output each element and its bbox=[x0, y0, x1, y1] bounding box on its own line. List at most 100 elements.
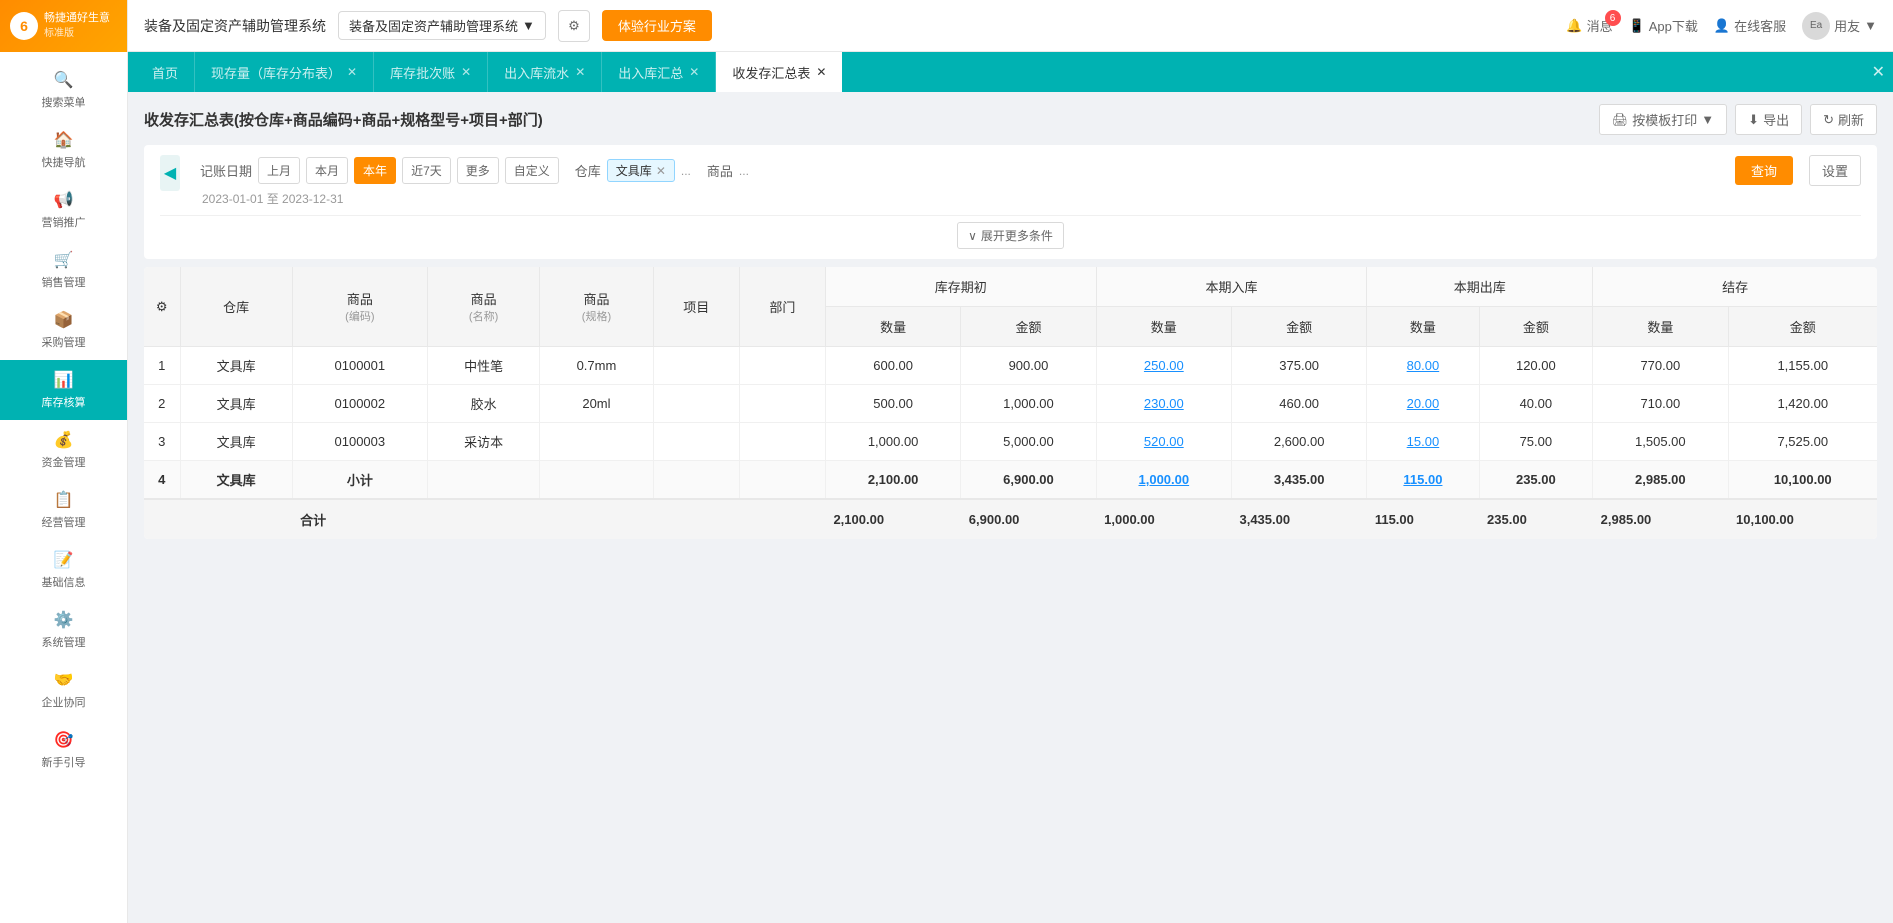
cell-code-1: 0100001 bbox=[292, 347, 427, 385]
export-icon: ⬇ bbox=[1748, 112, 1759, 128]
gear-icon: ⚙ bbox=[568, 18, 580, 34]
expand-button[interactable]: ∨ 展开更多条件 bbox=[957, 222, 1064, 249]
topbar-left: 装备及固定资产辅助管理系统 装备及固定资产辅助管理系统 ▼ ⚙ 体验行业方案 bbox=[144, 10, 712, 42]
subtotal-seq: 4 bbox=[144, 461, 180, 500]
page-header: 收发存汇总表(按仓库+商品编码+商品+规格型号+项目+部门) 🖨 按模板打印 ▼… bbox=[144, 104, 1877, 135]
table-settings-button[interactable]: 设置 bbox=[1809, 155, 1861, 186]
logo-text: 畅捷通好生意 标准版 bbox=[44, 11, 110, 40]
th-settings[interactable]: ⚙ bbox=[144, 267, 180, 347]
date-btn-this-month[interactable]: 本月 bbox=[306, 157, 348, 184]
cell-spec-2: 20ml bbox=[540, 385, 654, 423]
total-out-qty: 115.00 bbox=[1367, 499, 1479, 539]
filter-toggle[interactable]: ◀ bbox=[160, 155, 180, 191]
refresh-button[interactable]: ↻ 刷新 bbox=[1810, 104, 1877, 135]
sidebar-item-inventory[interactable]: 📊 库存核算 bbox=[0, 360, 127, 420]
cell-name-3: 采访本 bbox=[428, 423, 540, 461]
tab-close-stock-dist[interactable]: ✕ bbox=[347, 65, 357, 79]
cell-out-amt-2: 40.00 bbox=[1479, 385, 1593, 423]
query-button[interactable]: 查询 bbox=[1735, 156, 1793, 185]
date-btn-last-month[interactable]: 上月 bbox=[258, 157, 300, 184]
cell-out-qty-3[interactable]: 15.00 bbox=[1367, 423, 1479, 461]
th-closing: 结存 bbox=[1593, 267, 1877, 307]
cell-spec-1: 0.7mm bbox=[540, 347, 654, 385]
cell-seq-1: 1 bbox=[144, 347, 180, 385]
sidebar-item-search[interactable]: 🔍 搜索菜单 bbox=[0, 60, 127, 120]
tab-batch[interactable]: 库存批次账 ✕ bbox=[374, 52, 488, 92]
user-menu[interactable]: Ea 用友 ▼ bbox=[1802, 12, 1877, 40]
cell-in-qty-2[interactable]: 230.00 bbox=[1096, 385, 1231, 423]
th-warehouse: 仓库 bbox=[180, 267, 292, 347]
tab-stock-dist[interactable]: 现存量（库存分布表） ✕ bbox=[195, 52, 374, 92]
notifications-button[interactable]: 🔔 6 消息 bbox=[1566, 16, 1612, 35]
cell-open-amt-3: 5,000.00 bbox=[961, 423, 1096, 461]
bell-icon: 🔔 bbox=[1566, 18, 1582, 34]
warehouse-more[interactable]: ... bbox=[681, 164, 691, 178]
th-in: 本期入库 bbox=[1096, 267, 1367, 307]
cell-close-amt-1: 1,155.00 bbox=[1728, 347, 1877, 385]
sidebar-logo: 6 畅捷通好生意 标准版 bbox=[0, 0, 127, 52]
subtotal-in-qty[interactable]: 1,000.00 bbox=[1096, 461, 1231, 500]
tab-close-batch[interactable]: ✕ bbox=[461, 65, 471, 79]
online-support-button[interactable]: 👤 在线客服 bbox=[1714, 16, 1786, 35]
tab-flow[interactable]: 出入库流水 ✕ bbox=[488, 52, 602, 92]
subtotal-row: 4 文具库 小计 2,100.00 6,900.00 1,000.00 3,43… bbox=[144, 461, 1877, 500]
warehouse-tag-close[interactable]: ✕ bbox=[656, 164, 666, 178]
cell-code-2: 0100002 bbox=[292, 385, 427, 423]
expand-row: ∨ 展开更多条件 bbox=[160, 215, 1861, 249]
sidebar-item-purchase[interactable]: 📦 采购管理 bbox=[0, 300, 127, 360]
table-row: 3 文具库 0100003 采访本 1,000.00 5,000.00 520.… bbox=[144, 423, 1877, 461]
tab-close-recv-send[interactable]: ✕ bbox=[816, 66, 826, 78]
sidebar-item-guide[interactable]: 🎯 新手引导 bbox=[0, 720, 127, 780]
warehouse-filter: 仓库 文具库 ✕ ... bbox=[575, 159, 691, 182]
sidebar-item-quick-nav[interactable]: 🏠 快捷导航 bbox=[0, 120, 127, 180]
cell-project-3 bbox=[653, 423, 739, 461]
tab-summary[interactable]: 出入库汇总 ✕ bbox=[602, 52, 716, 92]
date-btn-this-year[interactable]: 本年 bbox=[354, 157, 396, 184]
cell-in-qty-1[interactable]: 250.00 bbox=[1096, 347, 1231, 385]
settings-button[interactable]: ⚙ bbox=[558, 10, 590, 42]
export-button[interactable]: ⬇ 导出 bbox=[1735, 104, 1802, 135]
sidebar-item-operations[interactable]: 📋 经营管理 bbox=[0, 480, 127, 540]
cell-out-qty-1[interactable]: 80.00 bbox=[1367, 347, 1479, 385]
total-close-qty: 2,985.00 bbox=[1593, 499, 1728, 539]
sidebar: 6 畅捷通好生意 标准版 🔍 搜索菜单 🏠 快捷导航 📢 营销推广 🛒 销售管理 bbox=[0, 0, 128, 923]
sidebar-item-sales[interactable]: 🛒 销售管理 bbox=[0, 240, 127, 300]
date-btn-more[interactable]: 更多 bbox=[457, 157, 499, 184]
sidebar-item-finance[interactable]: 💰 资金管理 bbox=[0, 420, 127, 480]
page-content: 收发存汇总表(按仓库+商品编码+商品+规格型号+项目+部门) 🖨 按模板打印 ▼… bbox=[128, 92, 1893, 923]
sidebar-item-system[interactable]: ⚙️ 系统管理 bbox=[0, 600, 127, 660]
print-button[interactable]: 🖨 按模板打印 ▼ bbox=[1599, 104, 1727, 135]
subtotal-out-amt: 235.00 bbox=[1479, 461, 1593, 500]
date-btn-custom[interactable]: 自定义 bbox=[505, 157, 559, 184]
system-title: 装备及固定资产辅助管理系统 bbox=[144, 16, 326, 36]
subtotal-out-qty[interactable]: 115.00 bbox=[1367, 461, 1479, 500]
home-icon: 🏠 bbox=[54, 130, 74, 150]
sidebar-item-marketing[interactable]: 📢 营销推广 bbox=[0, 180, 127, 240]
cell-project-1 bbox=[653, 347, 739, 385]
tab-recv-send[interactable]: 收发存汇总表 ✕ bbox=[716, 52, 842, 92]
tab-home[interactable]: 首页 bbox=[136, 52, 195, 92]
cell-close-amt-2: 1,420.00 bbox=[1728, 385, 1877, 423]
cell-in-qty-3[interactable]: 520.00 bbox=[1096, 423, 1231, 461]
sidebar-item-corp[interactable]: 🤝 企业协同 bbox=[0, 660, 127, 720]
th-goods-spec: 商品(规格) bbox=[540, 267, 654, 347]
logo-icon: 6 bbox=[10, 12, 38, 40]
inventory-icon: 📊 bbox=[54, 370, 74, 390]
app-download-button[interactable]: 📱 App下载 bbox=[1629, 16, 1698, 35]
system-dropdown[interactable]: 装备及固定资产辅助管理系统 ▼ bbox=[338, 11, 546, 40]
cell-out-qty-2[interactable]: 20.00 bbox=[1367, 385, 1479, 423]
sidebar-item-basic[interactable]: 📝 基础信息 bbox=[0, 540, 127, 600]
date-btn-7days[interactable]: 近7天 bbox=[402, 157, 451, 184]
topbar-right: 🔔 6 消息 📱 App下载 👤 在线客服 Ea 用友 ▼ bbox=[1566, 12, 1877, 40]
cell-spec-3 bbox=[540, 423, 654, 461]
tab-bar-close-all[interactable]: ✕ bbox=[1872, 62, 1885, 82]
tab-close-summary[interactable]: ✕ bbox=[689, 65, 699, 79]
goods-more[interactable]: ... bbox=[739, 164, 749, 178]
page-title: 收发存汇总表(按仓库+商品编码+商品+规格型号+项目+部门) bbox=[144, 109, 543, 130]
data-table-container: ⚙ 仓库 商品(编码) 商品(名称) 商品(规格) 项目 部门 库存期初 本期入… bbox=[144, 267, 1877, 539]
th-opening-amount: 金额 bbox=[961, 307, 1096, 347]
tab-close-flow[interactable]: ✕ bbox=[575, 65, 585, 79]
total-row: 合计 2,100.00 6,900.00 1,000.00 3,435.00 1… bbox=[144, 499, 1877, 539]
trial-button[interactable]: 体验行业方案 bbox=[602, 10, 712, 41]
warehouse-tag: 文具库 ✕ bbox=[607, 159, 675, 182]
